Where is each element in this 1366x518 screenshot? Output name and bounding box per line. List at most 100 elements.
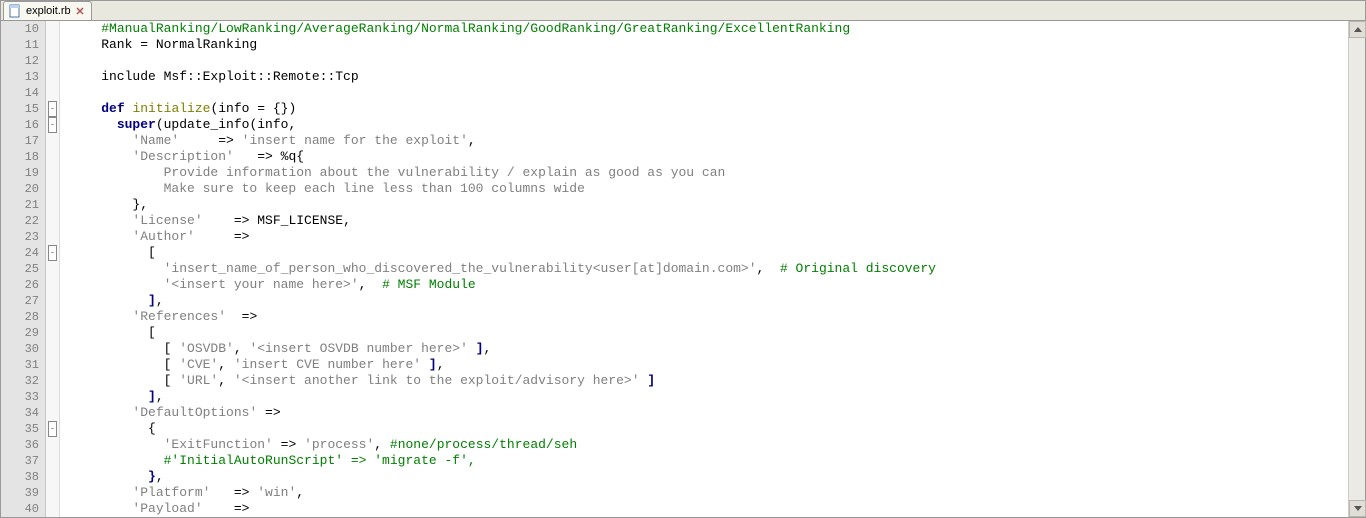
line-number: 40 bbox=[1, 501, 45, 517]
code-line[interactable]: 'License' => MSF_LICENSE, bbox=[70, 213, 1348, 229]
fold-cell bbox=[46, 357, 59, 373]
code-line[interactable]: 'Author' => bbox=[70, 229, 1348, 245]
fold-toggle-icon[interactable]: - bbox=[48, 421, 57, 437]
line-number: 23 bbox=[1, 229, 45, 245]
code-line[interactable]: 'ExitFunction' => 'process', #none/proce… bbox=[70, 437, 1348, 453]
code-line[interactable]: { bbox=[70, 421, 1348, 437]
editor-area: 1011121314151617181920212223242526272829… bbox=[1, 21, 1365, 517]
line-number: 31 bbox=[1, 357, 45, 373]
fold-cell bbox=[46, 69, 59, 85]
fold-cell[interactable]: - bbox=[46, 245, 59, 261]
code-line[interactable]: }, bbox=[70, 469, 1348, 485]
fold-cell bbox=[46, 149, 59, 165]
code-line[interactable]: '<insert your name here>', # MSF Module bbox=[70, 277, 1348, 293]
code-line[interactable]: ], bbox=[70, 293, 1348, 309]
line-number: 34 bbox=[1, 405, 45, 421]
code-line[interactable]: 'Payload' => bbox=[70, 501, 1348, 517]
scroll-down-button[interactable] bbox=[1349, 500, 1366, 517]
line-number: 28 bbox=[1, 309, 45, 325]
fold-cell bbox=[46, 437, 59, 453]
fold-cell bbox=[46, 341, 59, 357]
line-number: 27 bbox=[1, 293, 45, 309]
editor-window: exploit.rb 10111213141516171819202122232… bbox=[0, 0, 1366, 518]
code-line[interactable]: [ 'URL', '<insert another link to the ex… bbox=[70, 373, 1348, 389]
file-tab[interactable]: exploit.rb bbox=[3, 1, 92, 20]
fold-cell bbox=[46, 181, 59, 197]
fold-toggle-icon[interactable]: - bbox=[48, 117, 57, 133]
line-number: 12 bbox=[1, 53, 45, 69]
file-tab-label: exploit.rb bbox=[26, 5, 71, 17]
code-line[interactable] bbox=[70, 85, 1348, 101]
fold-cell bbox=[46, 309, 59, 325]
line-number: 14 bbox=[1, 85, 45, 101]
code-line[interactable]: include Msf::Exploit::Remote::Tcp bbox=[70, 69, 1348, 85]
code-line[interactable] bbox=[70, 53, 1348, 69]
code-area[interactable]: #ManualRanking/LowRanking/AverageRanking… bbox=[60, 21, 1348, 517]
code-line[interactable]: 'Name' => 'insert name for the exploit', bbox=[70, 133, 1348, 149]
vertical-scrollbar[interactable] bbox=[1348, 21, 1365, 517]
fold-cell bbox=[46, 21, 59, 37]
line-number: 21 bbox=[1, 197, 45, 213]
fold-cell bbox=[46, 53, 59, 69]
fold-cell bbox=[46, 213, 59, 229]
line-number: 30 bbox=[1, 341, 45, 357]
code-line[interactable]: ], bbox=[70, 389, 1348, 405]
fold-cell bbox=[46, 133, 59, 149]
code-line[interactable]: #ManualRanking/LowRanking/AverageRanking… bbox=[70, 21, 1348, 37]
line-number: 15 bbox=[1, 101, 45, 117]
fold-cell bbox=[46, 277, 59, 293]
fold-cell bbox=[46, 501, 59, 517]
fold-toggle-icon[interactable]: - bbox=[48, 245, 57, 261]
code-line[interactable]: [ bbox=[70, 325, 1348, 341]
fold-cell bbox=[46, 405, 59, 421]
code-line[interactable]: def initialize(info = {}) bbox=[70, 101, 1348, 117]
line-number-gutter: 1011121314151617181920212223242526272829… bbox=[1, 21, 46, 517]
code-line[interactable]: Rank = NormalRanking bbox=[70, 37, 1348, 53]
line-number: 19 bbox=[1, 165, 45, 181]
close-icon[interactable] bbox=[75, 6, 85, 16]
line-number: 20 bbox=[1, 181, 45, 197]
fold-cell[interactable]: - bbox=[46, 421, 59, 437]
code-line[interactable]: #'InitialAutoRunScript' => 'migrate -f', bbox=[70, 453, 1348, 469]
line-number: 33 bbox=[1, 389, 45, 405]
fold-cell bbox=[46, 261, 59, 277]
code-line[interactable]: [ 'OSVDB', '<insert OSVDB number here>' … bbox=[70, 341, 1348, 357]
code-line[interactable]: Provide information about the vulnerabil… bbox=[70, 165, 1348, 181]
chevron-up-icon bbox=[1354, 27, 1362, 32]
line-number: 38 bbox=[1, 469, 45, 485]
fold-cell bbox=[46, 293, 59, 309]
fold-cell[interactable]: - bbox=[46, 101, 59, 117]
tab-bar: exploit.rb bbox=[1, 1, 1365, 21]
fold-cell bbox=[46, 485, 59, 501]
line-number: 26 bbox=[1, 277, 45, 293]
code-line[interactable]: [ bbox=[70, 245, 1348, 261]
line-number: 37 bbox=[1, 453, 45, 469]
code-line[interactable]: 'Description' => %q{ bbox=[70, 149, 1348, 165]
fold-cell bbox=[46, 197, 59, 213]
code-line[interactable]: [ 'CVE', 'insert CVE number here' ], bbox=[70, 357, 1348, 373]
code-line[interactable]: super(update_info(info, bbox=[70, 117, 1348, 133]
fold-cell bbox=[46, 453, 59, 469]
fold-cell bbox=[46, 469, 59, 485]
fold-cell bbox=[46, 389, 59, 405]
code-line[interactable]: }, bbox=[70, 197, 1348, 213]
fold-cell[interactable]: - bbox=[46, 117, 59, 133]
fold-cell bbox=[46, 373, 59, 389]
fold-cell bbox=[46, 165, 59, 181]
line-number: 29 bbox=[1, 325, 45, 341]
code-line[interactable]: 'References' => bbox=[70, 309, 1348, 325]
fold-toggle-icon[interactable]: - bbox=[48, 101, 57, 117]
file-icon bbox=[8, 4, 22, 18]
line-number: 32 bbox=[1, 373, 45, 389]
fold-cell bbox=[46, 229, 59, 245]
scroll-up-button[interactable] bbox=[1349, 21, 1366, 38]
code-line[interactable]: 'insert_name_of_person_who_discovered_th… bbox=[70, 261, 1348, 277]
line-number: 10 bbox=[1, 21, 45, 37]
fold-cell bbox=[46, 37, 59, 53]
chevron-down-icon bbox=[1354, 506, 1362, 511]
code-line[interactable]: 'DefaultOptions' => bbox=[70, 405, 1348, 421]
fold-cell bbox=[46, 325, 59, 341]
code-line[interactable]: 'Platform' => 'win', bbox=[70, 485, 1348, 501]
line-number: 11 bbox=[1, 37, 45, 53]
code-line[interactable]: Make sure to keep each line less than 10… bbox=[70, 181, 1348, 197]
